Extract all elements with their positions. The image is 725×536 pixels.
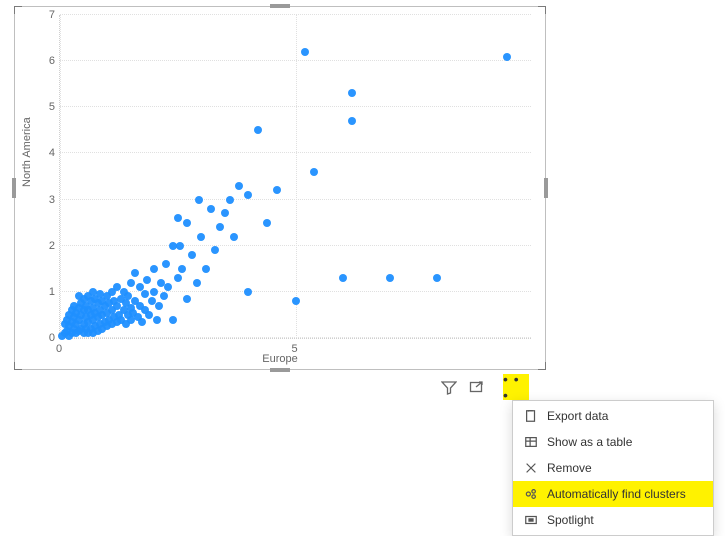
close-icon bbox=[523, 460, 539, 476]
data-point[interactable] bbox=[195, 196, 203, 204]
y-tick-label: 2 bbox=[41, 240, 55, 252]
spotlight-icon bbox=[523, 512, 539, 528]
data-point[interactable] bbox=[254, 126, 262, 134]
data-point[interactable] bbox=[162, 260, 170, 268]
resize-handle-bl[interactable] bbox=[14, 362, 22, 370]
menu-item-clusters[interactable]: Automatically find clusters bbox=[513, 481, 713, 507]
y-tick-label: 7 bbox=[41, 9, 55, 21]
data-point[interactable] bbox=[503, 53, 511, 61]
data-point[interactable] bbox=[197, 233, 205, 241]
data-point[interactable] bbox=[348, 117, 356, 125]
data-point[interactable] bbox=[273, 186, 281, 194]
data-point[interactable] bbox=[188, 251, 196, 259]
data-point[interactable] bbox=[226, 196, 234, 204]
export-icon bbox=[523, 408, 539, 424]
visual-toolbar bbox=[440, 379, 486, 397]
data-point[interactable] bbox=[207, 205, 215, 213]
data-point[interactable] bbox=[202, 265, 210, 273]
data-point[interactable] bbox=[244, 191, 252, 199]
context-menu: Export data Show as a table Remove Automati… bbox=[512, 400, 714, 536]
table-icon bbox=[523, 434, 539, 450]
data-point[interactable] bbox=[386, 274, 394, 282]
data-point[interactable] bbox=[193, 279, 201, 287]
data-point[interactable] bbox=[301, 48, 309, 56]
resize-handle-bottom[interactable] bbox=[270, 368, 290, 372]
data-point[interactable] bbox=[169, 316, 177, 324]
menu-item-spotlight[interactable]: Spotlight bbox=[513, 507, 713, 533]
data-point[interactable] bbox=[160, 292, 168, 300]
y-tick-label: 6 bbox=[41, 55, 55, 67]
data-point[interactable] bbox=[183, 219, 191, 227]
y-tick-label: 3 bbox=[41, 194, 55, 206]
data-point[interactable] bbox=[244, 288, 252, 296]
data-point[interactable] bbox=[174, 274, 182, 282]
data-point[interactable] bbox=[138, 318, 146, 326]
data-point[interactable] bbox=[211, 246, 219, 254]
gridline-v bbox=[296, 15, 297, 338]
menu-item-label: Automatically find clusters bbox=[547, 487, 686, 501]
x-tick-label: 5 bbox=[291, 343, 297, 355]
data-point[interactable] bbox=[150, 288, 158, 296]
data-point[interactable] bbox=[339, 274, 347, 282]
y-tick-label: 5 bbox=[41, 101, 55, 113]
data-point[interactable] bbox=[348, 89, 356, 97]
data-point[interactable] bbox=[141, 290, 149, 298]
resize-handle-top[interactable] bbox=[270, 4, 290, 8]
menu-item-label: Export data bbox=[547, 409, 608, 423]
data-point[interactable] bbox=[143, 276, 151, 284]
data-point[interactable] bbox=[221, 209, 229, 217]
data-point[interactable] bbox=[127, 279, 135, 287]
menu-item-label: Spotlight bbox=[547, 513, 594, 527]
y-axis-label: North America bbox=[21, 117, 33, 187]
y-tick-label: 4 bbox=[41, 147, 55, 159]
resize-handle-tl[interactable] bbox=[14, 6, 22, 14]
gridline-v bbox=[60, 15, 61, 338]
menu-item-table[interactable]: Show as a table bbox=[513, 429, 713, 455]
plot-area bbox=[59, 15, 531, 339]
resize-handle-br[interactable] bbox=[538, 362, 546, 370]
data-point[interactable] bbox=[235, 182, 243, 190]
data-point[interactable] bbox=[155, 302, 163, 310]
data-point[interactable] bbox=[164, 283, 172, 291]
resize-handle-tr[interactable] bbox=[538, 6, 546, 14]
data-point[interactable] bbox=[178, 265, 186, 273]
data-point[interactable] bbox=[183, 295, 191, 303]
chart-visual-frame[interactable]: North America Europe 0123456705 bbox=[14, 6, 546, 370]
data-point[interactable] bbox=[131, 269, 139, 277]
data-point[interactable] bbox=[433, 274, 441, 282]
data-point[interactable] bbox=[263, 219, 271, 227]
x-tick-label: 0 bbox=[56, 343, 62, 355]
resize-handle-right[interactable] bbox=[544, 178, 548, 198]
menu-item-remove[interactable]: Remove bbox=[513, 455, 713, 481]
data-point[interactable] bbox=[216, 223, 224, 231]
data-point[interactable] bbox=[230, 233, 238, 241]
data-point[interactable] bbox=[174, 214, 182, 222]
data-point[interactable] bbox=[310, 168, 318, 176]
menu-item-export[interactable]: Export data bbox=[513, 403, 713, 429]
resize-handle-left[interactable] bbox=[12, 178, 16, 198]
y-tick-label: 0 bbox=[41, 332, 55, 344]
focus-mode-icon[interactable] bbox=[468, 379, 486, 397]
data-point[interactable] bbox=[150, 265, 158, 273]
data-point[interactable] bbox=[292, 297, 300, 305]
filter-icon[interactable] bbox=[440, 379, 458, 397]
menu-item-label: Remove bbox=[547, 461, 592, 475]
y-tick-label: 1 bbox=[41, 286, 55, 298]
more-options-button[interactable]: • • • bbox=[503, 374, 529, 400]
menu-item-label: Show as a table bbox=[547, 435, 632, 449]
clusters-icon bbox=[523, 486, 539, 502]
data-point[interactable] bbox=[153, 316, 161, 324]
data-point[interactable] bbox=[176, 242, 184, 250]
